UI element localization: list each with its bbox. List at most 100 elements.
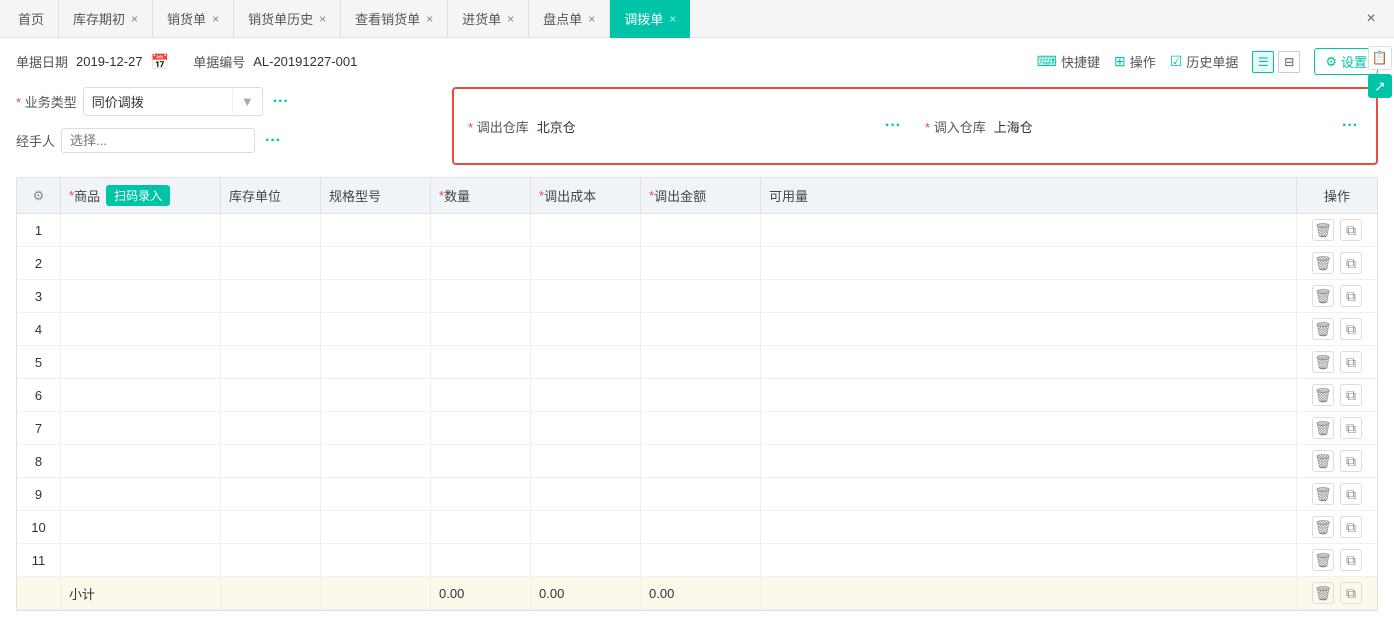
row-product-8[interactable] (61, 445, 221, 477)
column-settings-button[interactable]: ⚙ (17, 178, 61, 213)
row-copy-btn-11[interactable]: ⧉ (1340, 549, 1362, 571)
calendar-icon[interactable]: 📅 (151, 53, 170, 71)
row-spec-11[interactable] (321, 544, 431, 576)
scan-button[interactable]: 扫码录入 (106, 185, 170, 206)
tab-view-sales[interactable]: 查看销货单 × (341, 0, 448, 38)
tab-sales-order-close[interactable]: × (212, 12, 219, 26)
row-spec-1[interactable] (321, 214, 431, 246)
row-copy-btn-6[interactable]: ⧉ (1340, 384, 1362, 406)
row-delete-btn-7[interactable]: 🗑 (1312, 417, 1334, 439)
row-spec-3[interactable] (321, 280, 431, 312)
row-unit-2[interactable] (221, 247, 321, 279)
row-delete-btn-1[interactable]: 🗑 (1312, 219, 1334, 241)
row-copy-btn-2[interactable]: ⧉ (1340, 252, 1362, 274)
tab-transfer-order-close[interactable]: × (669, 12, 676, 26)
business-type-more-btn[interactable]: ··· (269, 93, 293, 111)
row-cost-2[interactable] (531, 247, 641, 279)
row-qty-7[interactable] (431, 412, 531, 444)
tab-inventory-init[interactable]: 库存期初 × (59, 0, 153, 38)
tab-inventory-init-close[interactable]: × (131, 12, 138, 26)
row-spec-4[interactable] (321, 313, 431, 345)
row-unit-11[interactable] (221, 544, 321, 576)
row-spec-5[interactable] (321, 346, 431, 378)
tab-sales-history-close[interactable]: × (319, 12, 326, 26)
row-cost-10[interactable] (531, 511, 641, 543)
row-delete-btn-11[interactable]: 🗑 (1312, 549, 1334, 571)
row-amount-9[interactable] (641, 478, 761, 510)
row-product-3[interactable] (61, 280, 221, 312)
row-cost-11[interactable] (531, 544, 641, 576)
row-amount-5[interactable] (641, 346, 761, 378)
tab-purchase-order[interactable]: 进货单 × (448, 0, 529, 38)
row-copy-btn-5[interactable]: ⧉ (1340, 351, 1362, 373)
tab-view-sales-close[interactable]: × (426, 12, 433, 26)
row-unit-8[interactable] (221, 445, 321, 477)
row-copy-btn-9[interactable]: ⧉ (1340, 483, 1362, 505)
source-warehouse-value[interactable]: 北京仓 (537, 117, 576, 136)
row-unit-4[interactable] (221, 313, 321, 345)
row-amount-1[interactable] (641, 214, 761, 246)
row-product-2[interactable] (61, 247, 221, 279)
target-warehouse-more-btn[interactable]: ··· (1338, 117, 1362, 135)
row-delete-btn-9[interactable]: 🗑 (1312, 483, 1334, 505)
row-qty-9[interactable] (431, 478, 531, 510)
row-qty-3[interactable] (431, 280, 531, 312)
row-amount-3[interactable] (641, 280, 761, 312)
row-qty-11[interactable] (431, 544, 531, 576)
history-button[interactable]: ☑ 历史单据 (1170, 52, 1239, 71)
row-amount-6[interactable] (641, 379, 761, 411)
row-cost-3[interactable] (531, 280, 641, 312)
subtotal-delete-btn[interactable]: 🗑 (1312, 582, 1334, 604)
row-unit-9[interactable] (221, 478, 321, 510)
row-spec-9[interactable] (321, 478, 431, 510)
row-cost-4[interactable] (531, 313, 641, 345)
row-qty-4[interactable] (431, 313, 531, 345)
tab-sales-order[interactable]: 销货单 × (153, 0, 234, 38)
sidebar-note-button[interactable]: 📋 (1368, 46, 1392, 70)
target-warehouse-value[interactable]: 上海仓 (994, 117, 1033, 136)
row-amount-2[interactable] (641, 247, 761, 279)
row-unit-7[interactable] (221, 412, 321, 444)
row-amount-4[interactable] (641, 313, 761, 345)
row-delete-btn-5[interactable]: 🗑 (1312, 351, 1334, 373)
row-unit-6[interactable] (221, 379, 321, 411)
sidebar-export-button[interactable]: ↗ (1368, 74, 1392, 98)
row-spec-7[interactable] (321, 412, 431, 444)
row-delete-btn-3[interactable]: 🗑 (1312, 285, 1334, 307)
row-qty-8[interactable] (431, 445, 531, 477)
business-type-dropdown-arrow[interactable]: ▼ (232, 90, 262, 113)
row-copy-btn-3[interactable]: ⧉ (1340, 285, 1362, 307)
row-qty-6[interactable] (431, 379, 531, 411)
row-cost-1[interactable] (531, 214, 641, 246)
row-product-7[interactable] (61, 412, 221, 444)
row-product-5[interactable] (61, 346, 221, 378)
row-unit-5[interactable] (221, 346, 321, 378)
business-type-value[interactable]: 同价调拨 (84, 88, 232, 115)
row-unit-3[interactable] (221, 280, 321, 312)
row-delete-btn-4[interactable]: 🗑 (1312, 318, 1334, 340)
source-warehouse-more-btn[interactable]: ··· (881, 117, 905, 135)
row-spec-2[interactable] (321, 247, 431, 279)
handler-more-btn[interactable]: ··· (261, 132, 285, 150)
tab-inventory-count-close[interactable]: × (588, 12, 595, 26)
row-product-9[interactable] (61, 478, 221, 510)
layout-grid-button[interactable]: ⊟ (1278, 51, 1300, 73)
tab-transfer-order[interactable]: 调拨单 × (610, 0, 690, 38)
row-amount-8[interactable] (641, 445, 761, 477)
row-unit-1[interactable] (221, 214, 321, 246)
row-copy-btn-4[interactable]: ⧉ (1340, 318, 1362, 340)
row-qty-2[interactable] (431, 247, 531, 279)
row-copy-btn-8[interactable]: ⧉ (1340, 450, 1362, 472)
row-delete-btn-8[interactable]: 🗑 (1312, 450, 1334, 472)
row-spec-10[interactable] (321, 511, 431, 543)
row-cost-8[interactable] (531, 445, 641, 477)
tab-purchase-order-close[interactable]: × (507, 12, 514, 26)
row-spec-8[interactable] (321, 445, 431, 477)
row-copy-btn-10[interactable]: ⧉ (1340, 516, 1362, 538)
layout-list-button[interactable]: ☰ (1252, 51, 1274, 73)
tab-home[interactable]: 首页 (4, 0, 59, 38)
window-close-button[interactable]: × (1352, 0, 1390, 38)
row-product-1[interactable] (61, 214, 221, 246)
row-amount-10[interactable] (641, 511, 761, 543)
row-amount-7[interactable] (641, 412, 761, 444)
